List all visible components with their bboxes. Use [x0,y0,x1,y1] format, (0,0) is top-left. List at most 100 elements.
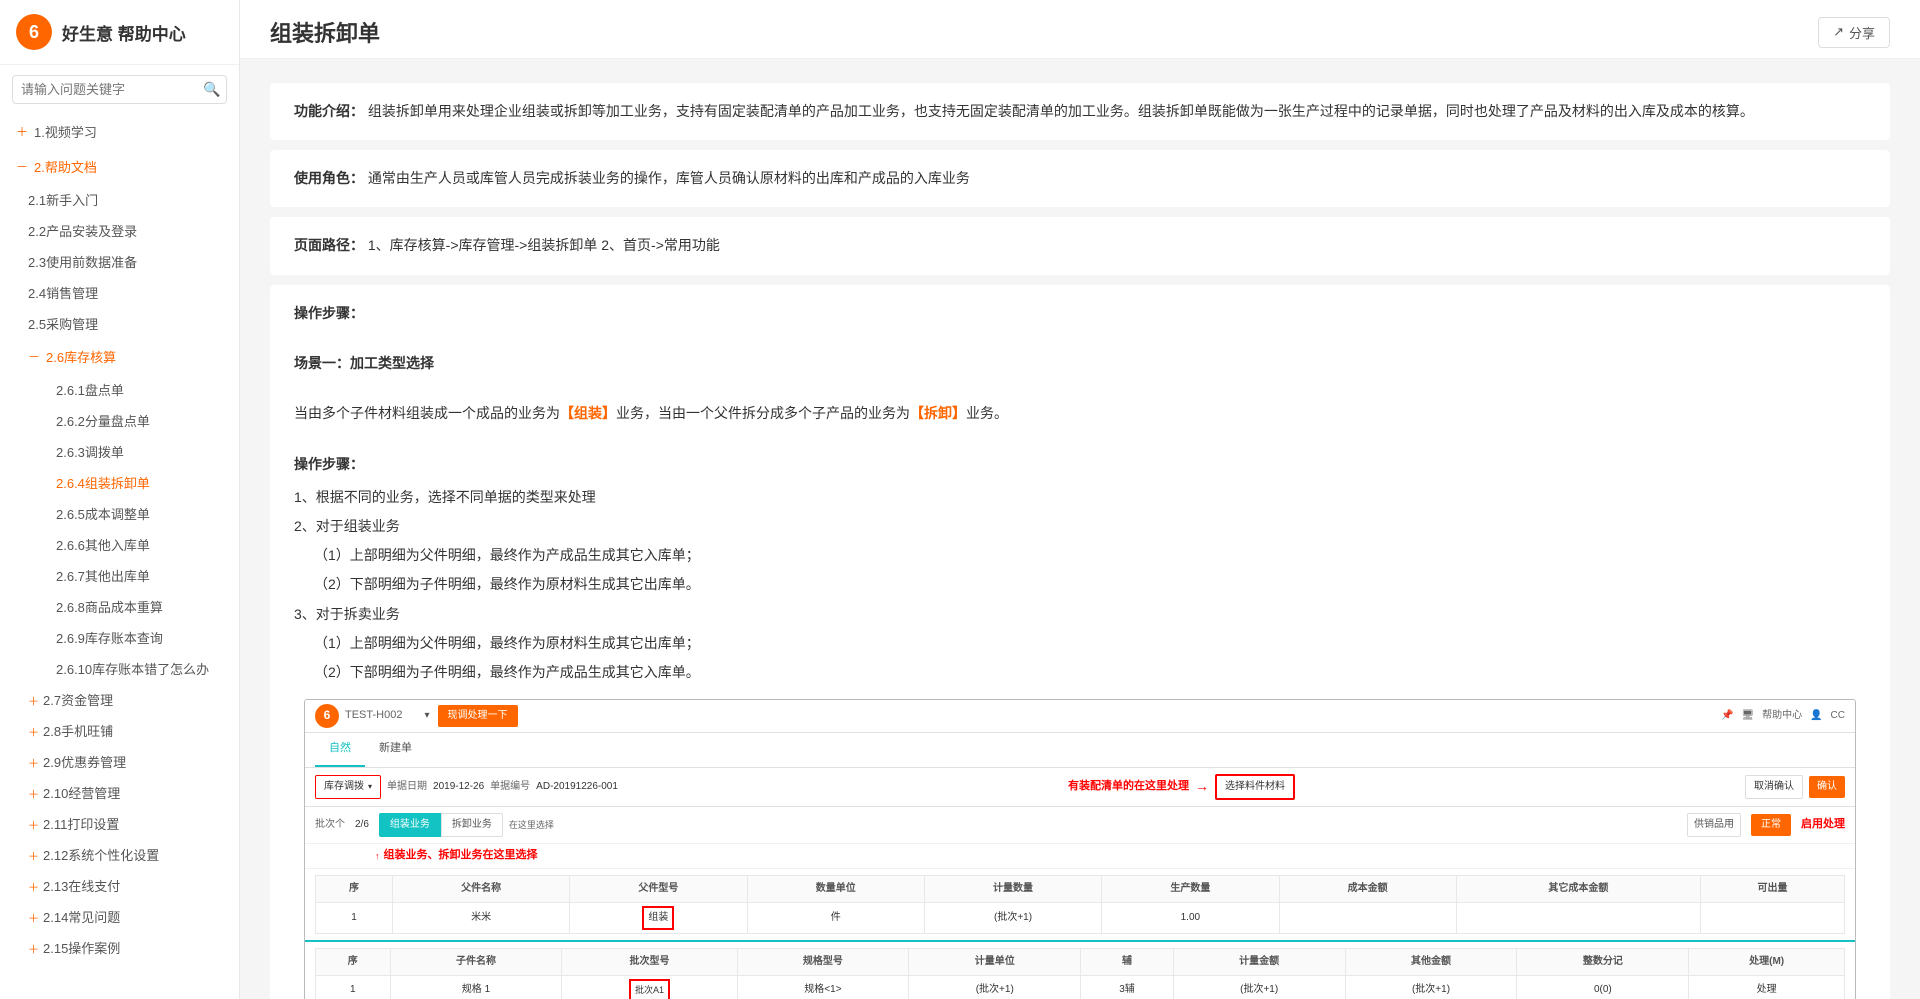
inner-form-toolbar: 库存调拨 ▾ 单据日期 2019-12-26 单据编号 AD-20191226-… [305,768,1855,807]
sidebar-item-s215[interactable]: ＋2.15操作案例 [28,932,239,963]
path-label: 页面路径： [294,237,364,253]
role-section: 使用角色： 通常由生产人员或库管人员完成拆装业务的操作，库管人员确认原材料的出库… [270,150,1890,207]
sidebar-item-s23[interactable]: 2.3使用前数据准备 [28,246,239,277]
inner-date-val: 2019-12-26 [433,778,484,796]
th-parent-name: 父件名称 [392,875,569,902]
th-prod-qty: 生产数量 [1102,875,1279,902]
annotation1-area: 有装配清单的在这里处理 → 选择料件材料 [624,774,1739,800]
sidebar-item-s27[interactable]: ＋2.7资金管理 [28,684,239,715]
path-text: 1、库存核算->库存管理->组装拆卸单 2、首页->常用功能 [368,237,720,253]
sidebar-item-s22[interactable]: 2.2产品安装及登录 [28,215,239,246]
inner-upper-table: 序 父件名称 父件型号 数量单位 计量数量 生产数量 成本金额 其它成本金额 可… [305,869,1855,940]
inner-date-label: 单据日期 [387,778,427,796]
sidebar-item-s28[interactable]: ＋2.8手机旺铺 [28,715,239,746]
inner-type-field[interactable]: 库存调拨 ▾ [315,775,381,799]
td2-aux: 3辅 [1081,975,1174,999]
share-button[interactable]: ↗ 分享 [1818,17,1890,48]
inner-table1: 序 父件名称 父件型号 数量单位 计量数量 生产数量 成本金额 其它成本金额 可… [315,875,1845,934]
annotation3-arrow: ↑ [375,848,380,864]
inner-type-group-btn[interactable]: 组装业务 [379,813,441,837]
td-cost [1279,902,1456,933]
sidebar-nav: ＋ 1.视频学习 － 2.帮助文档 2.1新手入门 2.2产品安装及登录 2.3… [0,114,239,999]
sidebar-item-s267[interactable]: 2.6.7其他出库单 [56,560,239,591]
main-area: 组装拆卸单 ↗ 分享 功能介绍： 组装拆卸单用来处理企业组装或拆卸等加工业务，支… [240,0,1920,999]
inner-tab-new[interactable]: 新建单 [365,733,426,767]
page-title: 组装拆卸单 [270,16,380,48]
main-content: 功能介绍： 组装拆卸单用来处理企业组装或拆卸等加工业务，支持有固定装配清单的产品… [240,59,1920,999]
sidebar-item-s21[interactable]: 2.1新手入门 [28,184,239,215]
sidebar-item-video-learning[interactable]: ＋ 1.视频学习 [0,114,239,149]
sidebar-item-label: 2.帮助文档 [34,157,97,176]
inner-enable-btn[interactable]: 正常 [1751,814,1791,836]
inner-cancel-confirm-btn[interactable]: 取消确认 [1745,775,1803,799]
inner-count-val: 2/6 [355,816,369,834]
th-other-cost: 其它成本金额 [1456,875,1700,902]
inner-subnav: 自然 新建单 [305,733,1855,768]
page-header: 组装拆卸单 ↗ 分享 [240,0,1920,59]
inner-icon1: 📌 [1721,707,1733,725]
inner-enable-field[interactable]: 供销品用 [1687,813,1741,837]
sidebar-item-s211[interactable]: ＋2.11打印设置 [28,808,239,839]
screenshot-container: 6 TEST-H002 ▾ 现调处理一下 📌 🖥 帮助中心 👤 C [294,689,1866,999]
sidebar-item-s266[interactable]: 2.6.6其他入库单 [56,529,239,560]
search-input[interactable] [21,82,197,97]
td-model-highlight: 组装 [642,906,674,930]
ops-label: 操作步骤： [294,301,1866,326]
sidebar-item-s2610[interactable]: 2.6.10库存账本错了怎么办 [56,653,239,684]
inner-select-annotation: 在这里选择 [509,817,554,833]
sidebar-item-s26[interactable]: － 2.6库存核算 [28,339,239,374]
sidebar-item-s25[interactable]: 2.5采购管理 [28,308,239,339]
sidebar-item-s268[interactable]: 2.6.8商品成本重算 [56,591,239,622]
logo-area: 6 好生意 帮助中心 [0,0,239,65]
inner-test-id: TEST-H002 [345,706,402,726]
share-icon: ↗ [1833,24,1844,40]
th2-seq: 序 [316,948,391,975]
chevron-icon: ▾ [368,780,372,794]
sidebar-item-s262[interactable]: 2.6.2分量盘点单 [56,405,239,436]
inner-app: 6 TEST-H002 ▾ 现调处理一下 📌 🖥 帮助中心 👤 C [304,699,1856,999]
sidebar-item-s29[interactable]: ＋2.9优惠券管理 [28,746,239,777]
td2-spec: 规格<1> [737,975,909,999]
logo-icon: 6 [16,14,52,50]
inner-topbar-right: 📌 🖥 帮助中心 👤 CC [1721,707,1845,725]
inner-type-disassemble-btn[interactable]: 拆卸业务 [441,813,503,837]
function-intro-text: 组装拆卸单用来处理企业组装或拆卸等加工业务，支持有固定装配清单的产品加工业务，也… [368,103,1754,119]
inner-dropdown: ▾ [424,707,429,725]
sidebar-item-s264[interactable]: 2.6.4组装拆卸单 [56,467,239,498]
td2-int-part: 0(0) [1517,975,1689,999]
sidebar-item-s263[interactable]: 2.6.3调拨单 [56,436,239,467]
td-measure-qty: (批次+1) [924,902,1101,933]
scenario1-label: 场景一：加工类型选择 [294,351,1866,376]
th2-aux: 辅 [1081,948,1174,975]
inner-count-label: 批次个 [315,816,345,834]
th-cost: 成本金额 [1279,875,1456,902]
sidebar-item-s214[interactable]: ＋2.14常见问题 [28,901,239,932]
sidebar-item-help-docs[interactable]: － 2.帮助文档 [0,149,239,184]
sidebar-item-s24[interactable]: 2.4销售管理 [28,277,239,308]
td-prod-qty: 1.00 [1102,902,1279,933]
inner-confirm-btn[interactable]: 确认 [1809,776,1845,798]
inner-table2: 序 子件名称 批次型号 规格型号 计量单位 辅 计量金额 其他金额 整数分记 [315,948,1845,999]
sidebar-item-s212[interactable]: ＋2.12系统个性化设置 [28,839,239,870]
step2-1: （1）上部明细为父件明细，最终作为产成品生成其它入库单； [294,543,1866,568]
inner-process-btn[interactable]: 选择料件材料 [1215,774,1295,800]
sidebar-item-s269[interactable]: 2.6.9库存账本查询 [56,622,239,653]
inner-tab-ziran[interactable]: 自然 [315,733,365,767]
collapse-icon: － [16,158,28,175]
td-parent-model: 组装 [570,902,747,933]
inner-type-label: 库存调拨 [324,778,364,796]
sidebar-item-s210[interactable]: ＋2.10经营管理 [28,777,239,808]
th2-other-cost: 其他金额 [1345,948,1517,975]
inner-new-btn[interactable]: 现调处理一下 [438,705,518,727]
search-icon[interactable]: 🔍 [203,81,220,98]
inner-avatar: 👤 [1810,707,1822,725]
sidebar-item-s265[interactable]: 2.6.5成本调整单 [56,498,239,529]
search-box[interactable]: 🔍 [12,75,227,104]
td2-child-name: 规格 1 [390,975,562,999]
s26-children: 2.6.1盘点单 2.6.2分量盘点单 2.6.3调拨单 2.6.4组装拆卸单 … [28,374,239,684]
th2-spec: 规格型号 [737,948,909,975]
sidebar-item-s261[interactable]: 2.6.1盘点单 [56,374,239,405]
sidebar-item-s213[interactable]: ＋2.13在线支付 [28,870,239,901]
inner-table2-header-row: 序 子件名称 批次型号 规格型号 计量单位 辅 计量金额 其他金额 整数分记 [316,948,1845,975]
scenario1-desc: 当由多个子件材料组装成一个成品的业务为【组装】业务，当由一个父件拆分成多个子产品… [294,401,1866,426]
